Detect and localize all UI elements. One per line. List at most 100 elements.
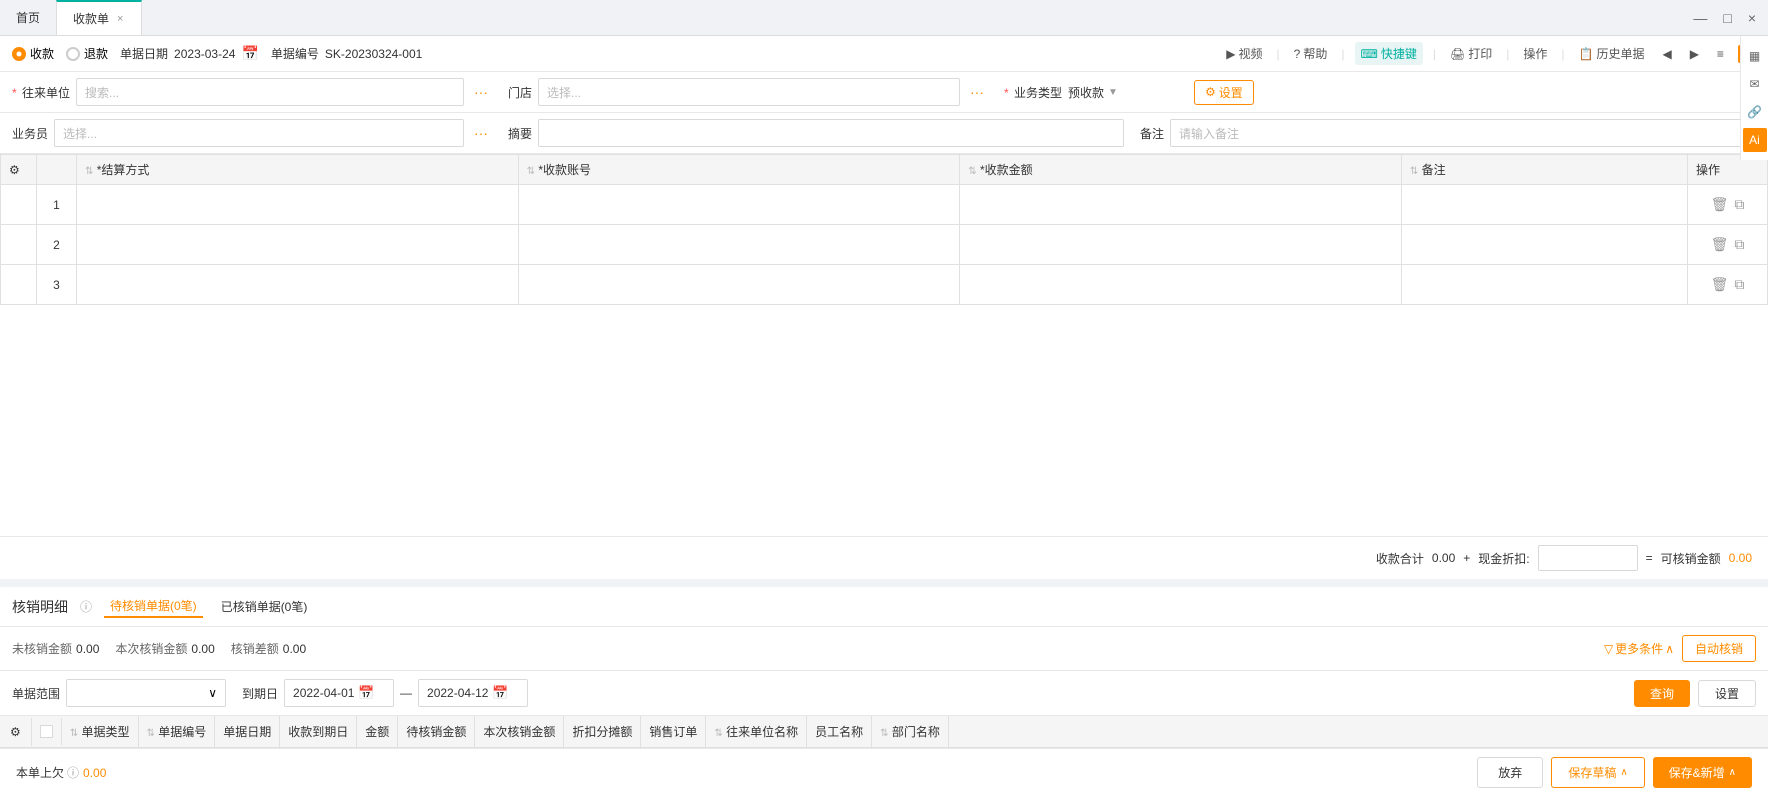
abandon-button[interactable]: 放弃 — [1477, 757, 1543, 788]
copy-icon-1[interactable]: ⧉ — [1734, 196, 1744, 213]
business-type-select[interactable]: 预收款 ▼ — [1068, 84, 1188, 101]
remarks-input[interactable]: 请输入备注 — [1170, 119, 1756, 147]
calendar-icon[interactable]: 📅 — [241, 45, 258, 62]
due-date-col: 收款到期日 — [280, 716, 357, 747]
account-cell-3[interactable] — [518, 265, 960, 305]
receipt-type-radio: 收款 退款 — [12, 45, 108, 62]
summary-row: 收款合计 0.00 + 现金折扣: = 可核销金额 0.00 — [0, 536, 1768, 579]
summary-input[interactable] — [538, 119, 1124, 147]
auto-writeoff-button[interactable]: 自动核销 — [1682, 635, 1756, 662]
amount-cell-2[interactable] — [960, 225, 1402, 265]
doc-date-value[interactable]: 2023-03-24 — [174, 47, 235, 61]
copy-icon-2[interactable]: ⧉ — [1734, 236, 1744, 253]
amount-cell-1[interactable] — [960, 185, 1402, 225]
date-from-input[interactable]: 2022-04-01 📅 — [284, 679, 394, 707]
date-to-input[interactable]: 2022-04-12 📅 — [418, 679, 528, 707]
store-more-icon[interactable]: ··· — [966, 84, 988, 100]
sidebar-table-icon[interactable]: ▦ — [1743, 44, 1767, 68]
sidebar-link-icon[interactable]: 🔗 — [1743, 100, 1767, 124]
settle-cell-3[interactable] — [77, 265, 519, 305]
tab-receipt[interactable]: 收款单 × — [56, 0, 142, 35]
divider3: | — [1433, 47, 1436, 61]
nav-next-icon[interactable]: ▶ — [1686, 45, 1703, 63]
chevron-up-icon: ∧ — [1665, 642, 1674, 656]
writeoff-title: 核销明细 — [12, 597, 68, 617]
filter-settings-button[interactable]: 设置 — [1698, 680, 1756, 707]
sidebar-mail-icon[interactable]: ✉ — [1743, 72, 1767, 96]
doc-range-select[interactable]: ∨ — [66, 679, 226, 707]
settings-col-header[interactable]: ⚙ — [1, 155, 37, 185]
minimize-button[interactable]: — — [1689, 6, 1711, 30]
writeoff-info-icon[interactable]: ⓘ — [80, 598, 92, 615]
remarks-field: 备注 请输入备注 — [1140, 119, 1756, 147]
sort-icon2: ⇅ — [527, 166, 535, 177]
current-value: 0.00 — [191, 642, 214, 656]
amount-cell-3[interactable] — [960, 265, 1402, 305]
tab-home[interactable]: 首页 — [0, 0, 56, 35]
shortcut-button[interactable]: ⌨ 快捷键 — [1355, 42, 1423, 65]
writeoff-header: 核销明细 ⓘ 待核销单据(0笔) 已核销单据(0笔) — [0, 587, 1768, 627]
settings-button[interactable]: ⚙ 设置 — [1194, 80, 1254, 105]
delete-icon-1[interactable]: 🗑 — [1711, 196, 1729, 213]
copy-icon-3[interactable]: ⧉ — [1734, 276, 1744, 293]
print-button[interactable]: 🖨 打印 — [1446, 43, 1496, 64]
more-conditions-button[interactable]: ▽ 更多条件 ∧ — [1604, 640, 1674, 657]
remarks-label: 备注 — [1140, 125, 1164, 142]
refund-radio-dot — [66, 47, 80, 61]
salesperson-more-icon[interactable]: ··· — [470, 125, 492, 141]
business-type-field: * 业务类型 预收款 ▼ ⚙ 设置 — [1004, 80, 1756, 105]
query-button[interactable]: 查询 — [1634, 680, 1690, 707]
save-draft-button[interactable]: 保存草稿 ∧ — [1551, 757, 1644, 788]
partner-input[interactable]: 搜索... — [76, 78, 464, 106]
remarks-cell-3[interactable] — [1401, 265, 1687, 305]
divider2: | — [1341, 47, 1344, 61]
delete-icon-2[interactable]: 🗑 — [1711, 236, 1729, 253]
remarks-cell-1[interactable] — [1401, 185, 1687, 225]
sidebar-ai-icon[interactable]: Ai — [1743, 128, 1767, 152]
action-button[interactable]: 操作 — [1519, 43, 1551, 64]
remarks-col-header: ⇅ 备注 — [1401, 155, 1687, 185]
account-cell-1[interactable] — [518, 185, 960, 225]
settings-cell — [1, 185, 37, 225]
chevron-down-icon2: ∨ — [208, 686, 217, 700]
uncleared-value: 0.00 — [76, 642, 99, 656]
close-button[interactable]: × — [1744, 6, 1760, 30]
save-draft-arrow: ∧ — [1620, 767, 1627, 778]
maximize-button[interactable]: □ — [1719, 6, 1735, 30]
account-cell-2[interactable] — [518, 225, 960, 265]
uncleared-stat: 未核销金额 0.00 — [12, 640, 99, 657]
doc-no-value[interactable]: SK-20230324-001 — [325, 47, 422, 61]
history-button[interactable]: 📋 历史单据 — [1574, 43, 1648, 64]
right-sidebar: ▦ ✉ 🔗 Ai — [1740, 36, 1768, 160]
store-input[interactable]: 选择... — [538, 78, 960, 106]
delete-icon-3[interactable]: 🗑 — [1711, 276, 1729, 293]
receipt-radio-dot — [12, 47, 26, 61]
ops-cell-3: 🗑 ⧉ — [1688, 265, 1768, 305]
row-num-1: 1 — [37, 185, 77, 225]
select-all-checkbox[interactable] — [40, 725, 53, 738]
settle-cell-1[interactable] — [77, 185, 519, 225]
sort-icon4: ⇅ — [1410, 166, 1418, 177]
pending-writeoff-tab[interactable]: 待核销单据(0笔) — [104, 595, 203, 618]
settle-cell-2[interactable] — [77, 225, 519, 265]
tab-close-icon[interactable]: × — [115, 11, 125, 27]
remarks-cell-2[interactable] — [1401, 225, 1687, 265]
footer-info-icon[interactable]: ⓘ — [67, 764, 79, 781]
row-num-2: 2 — [37, 225, 77, 265]
help-button[interactable]: ? 帮助 — [1290, 43, 1332, 64]
refund-radio[interactable]: 退款 — [66, 45, 108, 62]
table-row: 3 🗑 ⧉ — [1, 265, 1768, 305]
receipt-radio[interactable]: 收款 — [12, 45, 54, 62]
partner-more-icon[interactable]: ··· — [470, 84, 492, 100]
nav-prev-icon[interactable]: ◀ — [1658, 45, 1675, 63]
settings-col-bottom[interactable]: ⚙ — [0, 718, 32, 746]
salesperson-input[interactable]: 选择... — [54, 119, 464, 147]
save-new-button[interactable]: 保存&新增 ∧ — [1653, 757, 1752, 788]
discount-input[interactable] — [1538, 545, 1638, 571]
sort-icon5: ⇅ — [70, 728, 78, 739]
summary-field: 摘要 — [508, 119, 1124, 147]
video-button[interactable]: ▶ 视频 — [1222, 43, 1266, 64]
diff-stat: 核销差额 0.00 — [231, 640, 306, 657]
done-writeoff-tab[interactable]: 已核销单据(0笔) — [215, 596, 314, 617]
list-view-icon[interactable]: ≡ — [1713, 45, 1728, 63]
